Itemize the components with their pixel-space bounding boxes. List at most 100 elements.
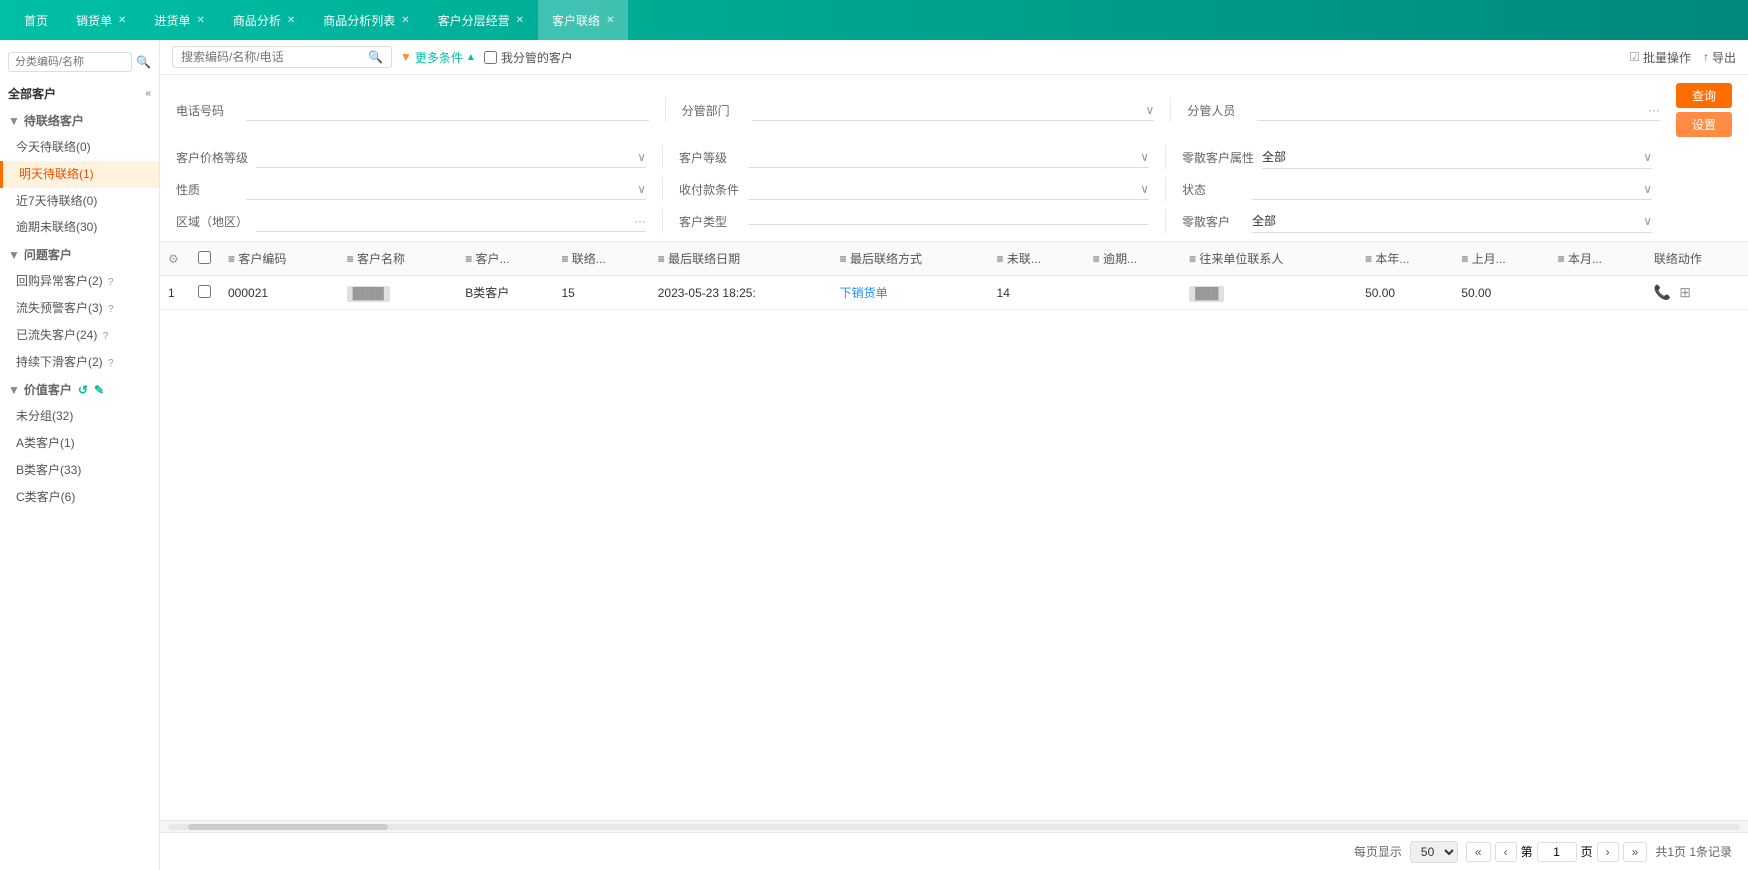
nav-sales-order[interactable]: 销货单 ✕ <box>62 0 140 40</box>
row-last-month: 50.00 <box>1453 276 1549 310</box>
close-sales-order-icon[interactable]: ✕ <box>118 15 126 26</box>
region-select[interactable]: ··· <box>256 211 646 232</box>
next-page-button[interactable]: › <box>1597 842 1619 862</box>
table-container: ⚙ ≡ 客户编码 ≡ 客户名称 <box>160 242 1748 820</box>
customer-level-label: 客户等级 <box>679 149 749 166</box>
retail-attr-chevron-icon: ∨ <box>1643 150 1652 164</box>
person-select[interactable]: ··· <box>1257 100 1660 121</box>
col-name-sort-icon: ≡ <box>347 252 357 266</box>
search-button-icon[interactable]: 🔍 <box>368 50 383 64</box>
all-customers-label: 全部客户 <box>8 85 56 102</box>
search-input[interactable] <box>181 50 368 64</box>
problem-customers-header[interactable]: ▼ 问题客户 <box>0 241 159 268</box>
status-select[interactable]: ∨ <box>1252 179 1652 200</box>
row-checkbox-cell <box>190 276 220 310</box>
sidebar-search-icon[interactable]: 🔍 <box>136 55 151 69</box>
nav-customer-tier[interactable]: 客户分层经营 ✕ <box>424 0 538 40</box>
pending-contact-header[interactable]: ▼ 待联络客户 <box>0 107 159 134</box>
customer-level-select[interactable]: ∨ <box>749 147 1149 168</box>
price-level-select[interactable]: ∨ <box>256 147 646 168</box>
nav-purchase-order[interactable]: 进货单 ✕ <box>140 0 218 40</box>
col-this-month: ≡ 本月... <box>1550 242 1646 276</box>
sidebar-item-a-class[interactable]: A类客户(1) <box>0 430 159 457</box>
sidebar-item-today-contact[interactable]: 今天待联络(0) <box>0 134 159 161</box>
my-customers-check[interactable] <box>484 51 497 64</box>
my-customers-checkbox[interactable]: 我分管的客户 <box>484 49 573 66</box>
sidebar-item-c-class[interactable]: C类客户(6) <box>0 484 159 511</box>
value-customers-header[interactable]: ▼ 价值客户 ↺ ✎ <box>0 376 159 403</box>
more-conditions-button[interactable]: ▼ 更多条件 ▲ <box>400 49 476 66</box>
col-contact-count: ≡ 联络... <box>553 242 649 276</box>
settings-button[interactable]: 设置 <box>1676 112 1732 137</box>
phone-action-icon[interactable]: 📞 <box>1654 284 1671 301</box>
scrollbar-track <box>168 824 1740 830</box>
filter-row-3: 性质 ∨ 收付款条件 ∨ 状态 <box>176 177 1732 201</box>
retail-select[interactable]: 全部 ∨ <box>1252 209 1652 233</box>
all-customers-header[interactable]: 全部客户 « <box>0 80 159 107</box>
sidebar-item-churned[interactable]: 已流失客户(24) ? <box>0 322 159 349</box>
nav-home[interactable]: 首页 <box>10 0 62 40</box>
triangle-icon: ▼ <box>8 114 20 128</box>
row-checkbox[interactable] <box>198 285 211 298</box>
grid-action-icon[interactable]: ⊞ <box>1679 284 1691 301</box>
sidebar-item-churn-warning[interactable]: 流失预警客户(3) ? <box>0 295 159 322</box>
sidebar-item-b-class[interactable]: B类客户(33) <box>0 457 159 484</box>
sidebar-search-input[interactable] <box>8 52 132 72</box>
region-more-icon[interactable]: ··· <box>634 214 646 228</box>
scrollbar-thumb[interactable] <box>188 824 388 830</box>
close-purchase-order-icon[interactable]: ✕ <box>196 15 204 26</box>
row-uncontacted: 14 <box>989 276 1085 310</box>
col-this-month-sort-icon: ≡ <box>1558 252 1568 266</box>
close-product-analysis-list-icon[interactable]: ✕ <box>401 15 409 26</box>
last-page-button[interactable]: » <box>1623 842 1648 862</box>
export-button[interactable]: ↑ 导出 <box>1703 49 1736 66</box>
row-contact-count: 15 <box>553 276 649 310</box>
phone-input[interactable] <box>246 100 649 121</box>
row-last-contact-method: 下销货单 <box>832 276 989 310</box>
per-page-select[interactable]: 50 <box>1410 841 1458 863</box>
dept-select[interactable]: ∨ <box>752 100 1155 121</box>
batch-operation-button[interactable]: ☑ 批量操作 <box>1629 49 1691 66</box>
query-button[interactable]: 查询 <box>1676 83 1732 108</box>
sidebar-item-tomorrow-contact[interactable]: 明天待联络(1) <box>0 161 159 188</box>
table-row: 1 000021 ████ B类客户 <box>160 276 1748 310</box>
divider-6 <box>1165 177 1166 201</box>
prev-page-button[interactable]: ‹ <box>1495 842 1517 862</box>
col-overdue: ≡ 逾期... <box>1085 242 1181 276</box>
table-header-row: ⚙ ≡ 客户编码 ≡ 客户名称 <box>160 242 1748 276</box>
sidebar-item-overdue-contact[interactable]: 逾期未联络(30) <box>0 214 159 241</box>
person-more-icon[interactable]: ··· <box>1648 103 1660 117</box>
retail-value: 全部 <box>1252 212 1276 229</box>
nav-customer-contact[interactable]: 客户联络 ✕ <box>538 0 628 40</box>
filter-person: 分管人员 ··· <box>1187 100 1660 121</box>
sidebar-item-declining[interactable]: 持续下滑客户(2) ? <box>0 349 159 376</box>
last-contact-link[interactable]: 下销货单 <box>840 286 888 300</box>
person-label: 分管人员 <box>1187 102 1257 119</box>
nature-label: 性质 <box>176 181 246 198</box>
retail-attr-select[interactable]: 全部 ∨ <box>1262 145 1652 169</box>
select-all-checkbox[interactable] <box>198 251 211 264</box>
nav-product-analysis[interactable]: 商品分析 ✕ <box>219 0 309 40</box>
col-customer-name: ≡ 客户名称 <box>339 242 458 276</box>
close-customer-tier-icon[interactable]: ✕ <box>516 15 524 26</box>
sidebar-item-repurchase-anomaly[interactable]: 回购异常客户(2) ? <box>0 268 159 295</box>
col-code-label: ≡ <box>228 252 238 266</box>
horizontal-scrollbar <box>160 820 1748 832</box>
nature-select[interactable]: ∨ <box>246 179 646 200</box>
close-product-analysis-icon[interactable]: ✕ <box>287 15 295 26</box>
sidebar-item-7days-contact[interactable]: 近7天待联络(0) <box>0 188 159 215</box>
nav-product-analysis-list[interactable]: 商品分析列表 ✕ <box>309 0 423 40</box>
sidebar-item-unclassified[interactable]: 未分组(32) <box>0 403 159 430</box>
page-input[interactable] <box>1537 842 1577 862</box>
col-last-contact-date: ≡ 最后联络日期 <box>650 242 832 276</box>
row-last-contact-date: 2023-05-23 18:25: <box>650 276 832 310</box>
collapse-icon[interactable]: « <box>145 88 151 99</box>
phone-label: 电话号码 <box>176 102 246 119</box>
close-customer-contact-icon[interactable]: ✕ <box>606 15 614 26</box>
payment-select[interactable]: ∨ <box>749 179 1149 200</box>
gear-icon[interactable]: ⚙ <box>168 252 179 266</box>
chevron-up-icon: ▲ <box>466 52 476 63</box>
customer-type-select[interactable] <box>749 218 1149 225</box>
customer-table: ⚙ ≡ 客户编码 ≡ 客户名称 <box>160 242 1748 310</box>
first-page-button[interactable]: « <box>1466 842 1491 862</box>
